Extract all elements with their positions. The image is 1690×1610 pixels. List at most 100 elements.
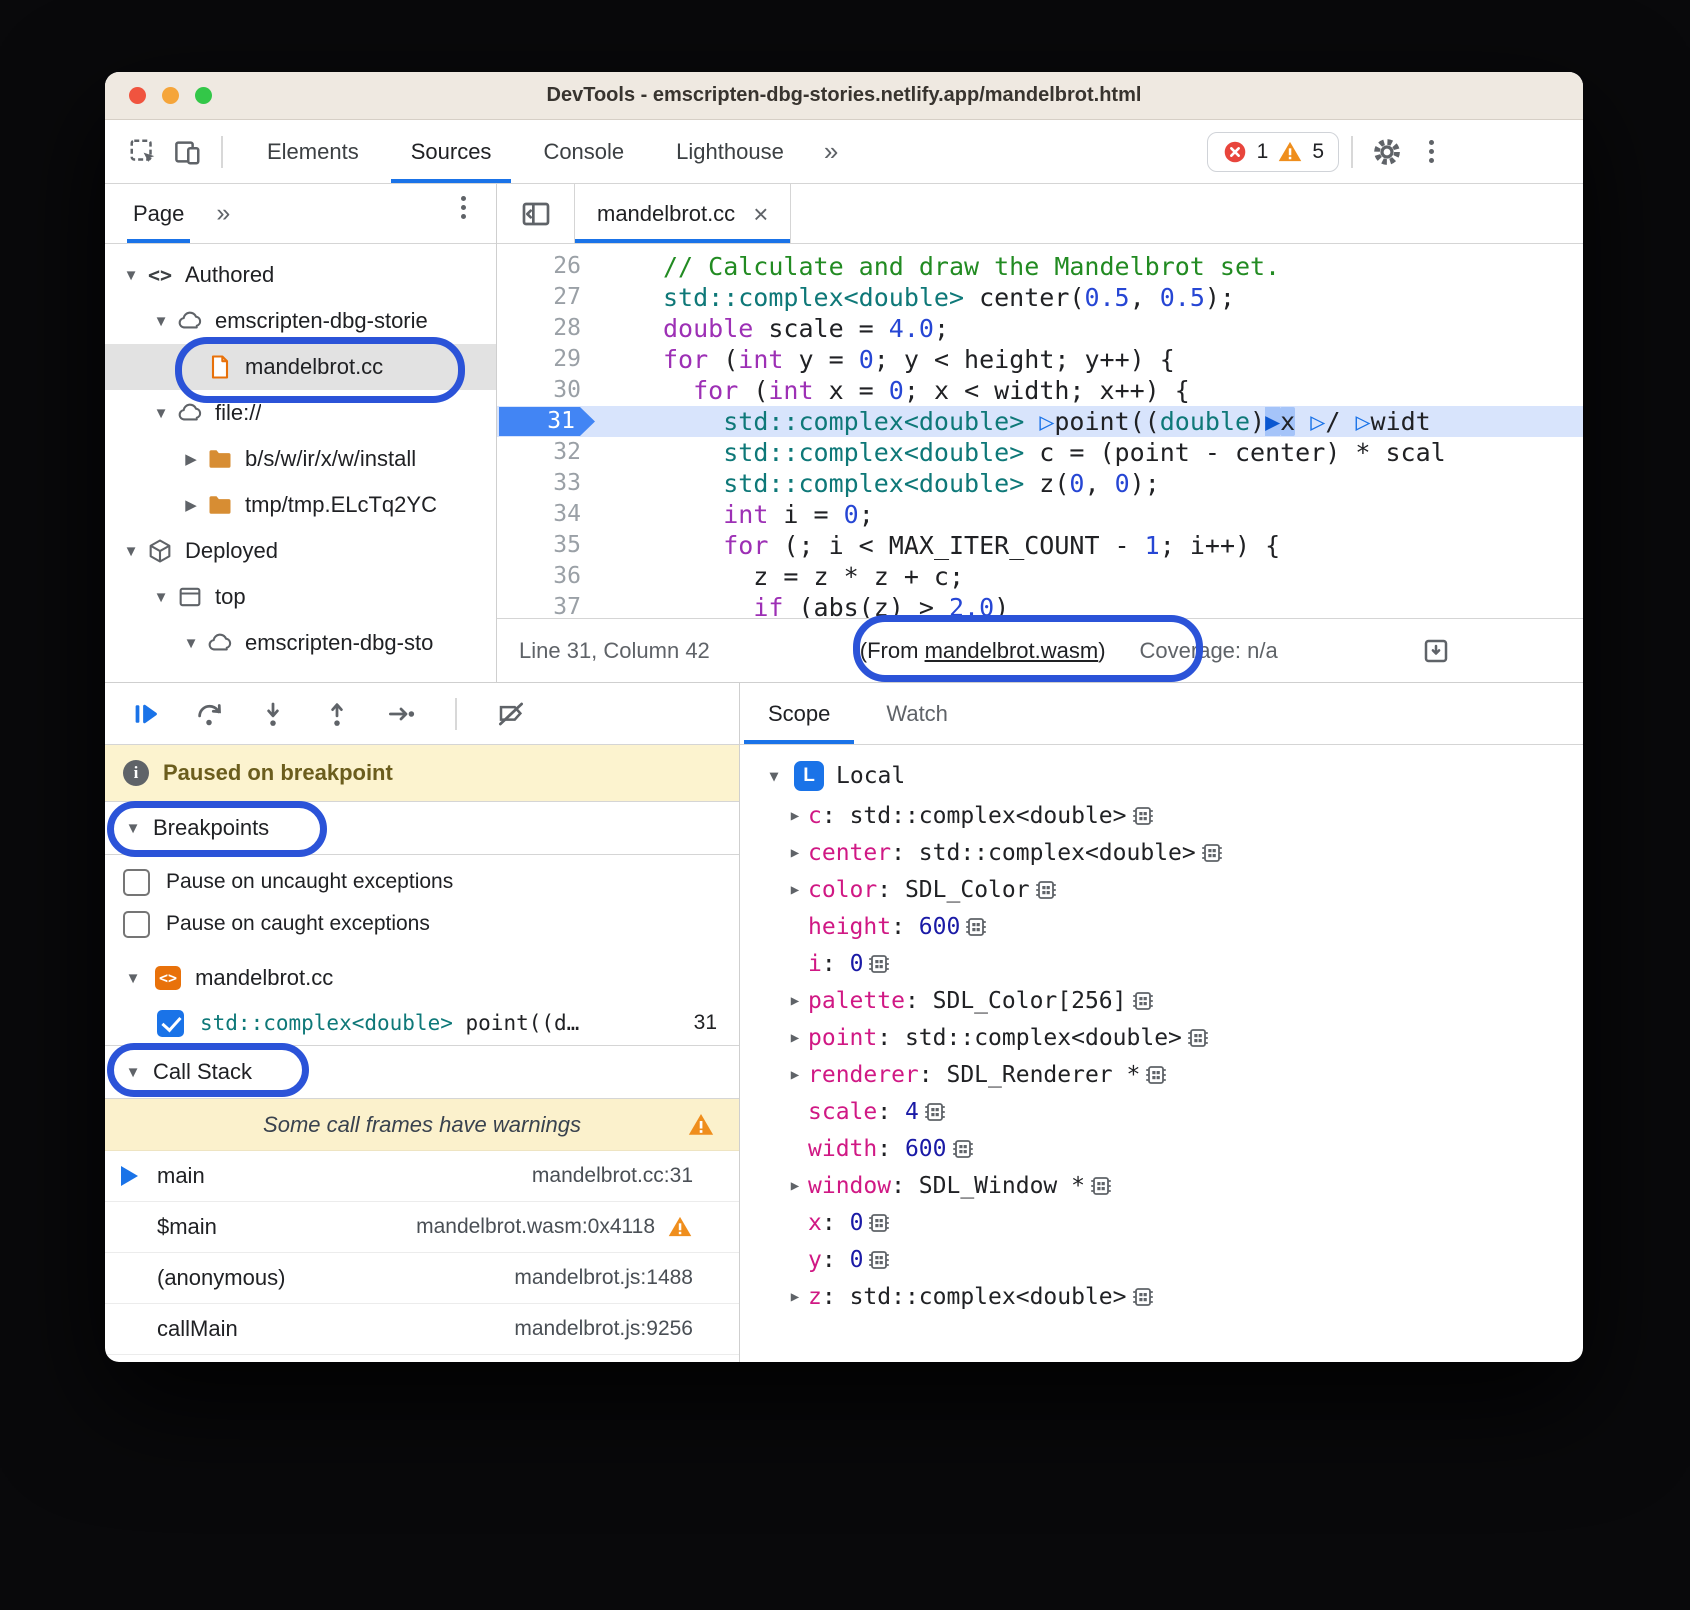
- line-number-37[interactable]: 37: [497, 592, 605, 618]
- line-number-29[interactable]: 29: [497, 344, 605, 375]
- pause-caught-checkbox[interactable]: [123, 911, 150, 938]
- caret-down-icon[interactable]: ▼: [119, 1064, 147, 1081]
- caret-down-icon[interactable]: ▼: [760, 767, 788, 785]
- breakpoint-checkbox[interactable]: [157, 1010, 184, 1037]
- toggle-navigator-icon[interactable]: [497, 184, 575, 243]
- line-number-28[interactable]: 28: [497, 313, 605, 344]
- memory-inspector-icon[interactable]: [867, 1248, 891, 1272]
- show-drawer-icon[interactable]: [1421, 636, 1451, 666]
- caret-down-icon[interactable]: ▼: [119, 970, 147, 987]
- expand-icon[interactable]: ▶: [782, 1030, 808, 1046]
- scope-variable-window[interactable]: ▶window: SDL_Window *: [740, 1167, 1583, 1204]
- expand-icon[interactable]: ▶: [782, 808, 808, 824]
- scope-variable-x[interactable]: x: 0: [740, 1204, 1583, 1241]
- scope-variable-width[interactable]: width: 600: [740, 1130, 1583, 1167]
- zoom-window-button[interactable]: [195, 87, 212, 104]
- line-number-34[interactable]: 34: [497, 499, 605, 530]
- step-out-icon[interactable]: [315, 692, 359, 736]
- line-number-31[interactable]: 31: [497, 406, 605, 437]
- more-panels-icon[interactable]: »: [810, 120, 852, 183]
- code-editor[interactable]: 2526// Calculate and draw the Mandelbrot…: [497, 244, 1583, 618]
- line-number-26[interactable]: 26: [497, 251, 605, 282]
- memory-inspector-icon[interactable]: [1131, 804, 1155, 828]
- breakpoint-entry[interactable]: std::complex<double> point((d… 31: [105, 1001, 739, 1045]
- breakpoint-file-group[interactable]: ▼ <> mandelbrot.cc: [105, 955, 739, 1001]
- memory-inspector-icon[interactable]: [951, 1137, 975, 1161]
- scope-variable-color[interactable]: ▶color: SDL_Color: [740, 871, 1583, 908]
- minimize-window-button[interactable]: [162, 87, 179, 104]
- call-stack-frame-$main[interactable]: $mainmandelbrot.wasm:0x4118: [105, 1202, 739, 1253]
- tab-lighthouse[interactable]: Lighthouse: [650, 120, 810, 183]
- tab-sources[interactable]: Sources: [385, 120, 518, 183]
- caret-down-icon[interactable]: ▼: [117, 543, 145, 560]
- memory-inspector-icon[interactable]: [867, 952, 891, 976]
- navigator-tab-page[interactable]: Page: [127, 184, 190, 243]
- line-number-25[interactable]: 25: [497, 244, 605, 251]
- caret-down-icon[interactable]: ▼: [177, 635, 205, 652]
- tab-console[interactable]: Console: [517, 120, 650, 183]
- tree-item-authored[interactable]: ▼<>Authored: [105, 252, 496, 298]
- tree-item-top[interactable]: ▼top: [105, 574, 496, 620]
- call-stack-frame-main[interactable]: mainmandelbrot.cc:31: [105, 1151, 739, 1202]
- line-number-32[interactable]: 32: [497, 437, 605, 468]
- expand-icon[interactable]: ▶: [782, 1067, 808, 1083]
- scope-variable-height[interactable]: height: 600: [740, 908, 1583, 945]
- settings-gear-icon[interactable]: [1365, 130, 1409, 174]
- scope-variable-z[interactable]: ▶z: std::complex<double>: [740, 1278, 1583, 1315]
- memory-inspector-icon[interactable]: [1200, 841, 1224, 865]
- memory-inspector-icon[interactable]: [1131, 1285, 1155, 1309]
- memory-inspector-icon[interactable]: [1144, 1063, 1168, 1087]
- tree-item-mandelbrot.cc[interactable]: mandelbrot.cc: [105, 344, 496, 390]
- caret-down-icon[interactable]: ▼: [117, 267, 145, 284]
- tree-item-emscripten-dbg-sto[interactable]: ▼emscripten-dbg-sto: [105, 620, 496, 666]
- scope-variable-i[interactable]: i: 0: [740, 945, 1583, 982]
- caret-down-icon[interactable]: ▼: [119, 820, 147, 837]
- expand-icon[interactable]: ▶: [782, 1178, 808, 1194]
- caret-down-icon[interactable]: ▼: [147, 405, 175, 422]
- line-number-36[interactable]: 36: [497, 561, 605, 592]
- caret-down-icon[interactable]: ▼: [147, 589, 175, 606]
- deactivate-breakpoints-icon[interactable]: [489, 692, 533, 736]
- tree-item-file-[interactable]: ▼file://: [105, 390, 496, 436]
- call-stack-section-header[interactable]: ▼ Call Stack: [105, 1045, 739, 1099]
- expand-icon[interactable]: ▶: [782, 993, 808, 1009]
- navigator-more-tabs-icon[interactable]: »: [216, 199, 230, 228]
- close-window-button[interactable]: [129, 87, 146, 104]
- scope-variable-point[interactable]: ▶point: std::complex<double>: [740, 1019, 1583, 1056]
- tab-elements[interactable]: Elements: [241, 120, 385, 183]
- call-stack-frame-anonymous[interactable]: (anonymous)mandelbrot.js:1488: [105, 1253, 739, 1304]
- resume-script-icon[interactable]: [123, 692, 167, 736]
- tab-watch[interactable]: Watch: [858, 683, 976, 744]
- tab-scope[interactable]: Scope: [740, 683, 858, 744]
- caret-right-icon[interactable]: ▶: [177, 496, 205, 514]
- close-tab-icon[interactable]: ×: [753, 201, 768, 227]
- memory-inspector-icon[interactable]: [964, 915, 988, 939]
- caret-right-icon[interactable]: ▶: [177, 450, 205, 468]
- issues-badge[interactable]: 1 5: [1207, 132, 1339, 172]
- expand-icon[interactable]: ▶: [782, 882, 808, 898]
- line-number-33[interactable]: 33: [497, 468, 605, 499]
- tree-item-deployed[interactable]: ▼Deployed: [105, 528, 496, 574]
- scope-variable-center[interactable]: ▶center: std::complex<double>: [740, 834, 1583, 871]
- line-number-27[interactable]: 27: [497, 282, 605, 313]
- scope-variable-palette[interactable]: ▶palette: SDL_Color[256]: [740, 982, 1583, 1019]
- scope-variable-y[interactable]: y: 0: [740, 1241, 1583, 1278]
- scope-local-section[interactable]: ▼ L Local: [740, 755, 1583, 797]
- inspect-element-icon[interactable]: [121, 130, 165, 174]
- tree-item-tmp-tmp.elctq2yc[interactable]: ▶tmp/tmp.ELcTq2YC: [105, 482, 496, 528]
- memory-inspector-icon[interactable]: [1131, 989, 1155, 1013]
- expand-icon[interactable]: ▶: [782, 1289, 808, 1305]
- memory-inspector-icon[interactable]: [867, 1211, 891, 1235]
- pause-uncaught-checkbox[interactable]: [123, 869, 150, 896]
- call-stack-frame-callMain[interactable]: callMainmandelbrot.js:9256: [105, 1304, 739, 1355]
- device-toolbar-icon[interactable]: [165, 130, 209, 174]
- breakpoints-section-header[interactable]: ▼ Breakpoints: [105, 801, 739, 855]
- step-over-icon[interactable]: [187, 692, 231, 736]
- scope-variable-scale[interactable]: scale: 4: [740, 1093, 1583, 1130]
- scope-variable-c[interactable]: ▶c: std::complex<double>: [740, 797, 1583, 834]
- caret-down-icon[interactable]: ▼: [147, 313, 175, 330]
- expand-icon[interactable]: ▶: [782, 845, 808, 861]
- memory-inspector-icon[interactable]: [923, 1100, 947, 1124]
- step-into-icon[interactable]: [251, 692, 295, 736]
- tree-item-emscripten-dbg-storie[interactable]: ▼emscripten-dbg-storie: [105, 298, 496, 344]
